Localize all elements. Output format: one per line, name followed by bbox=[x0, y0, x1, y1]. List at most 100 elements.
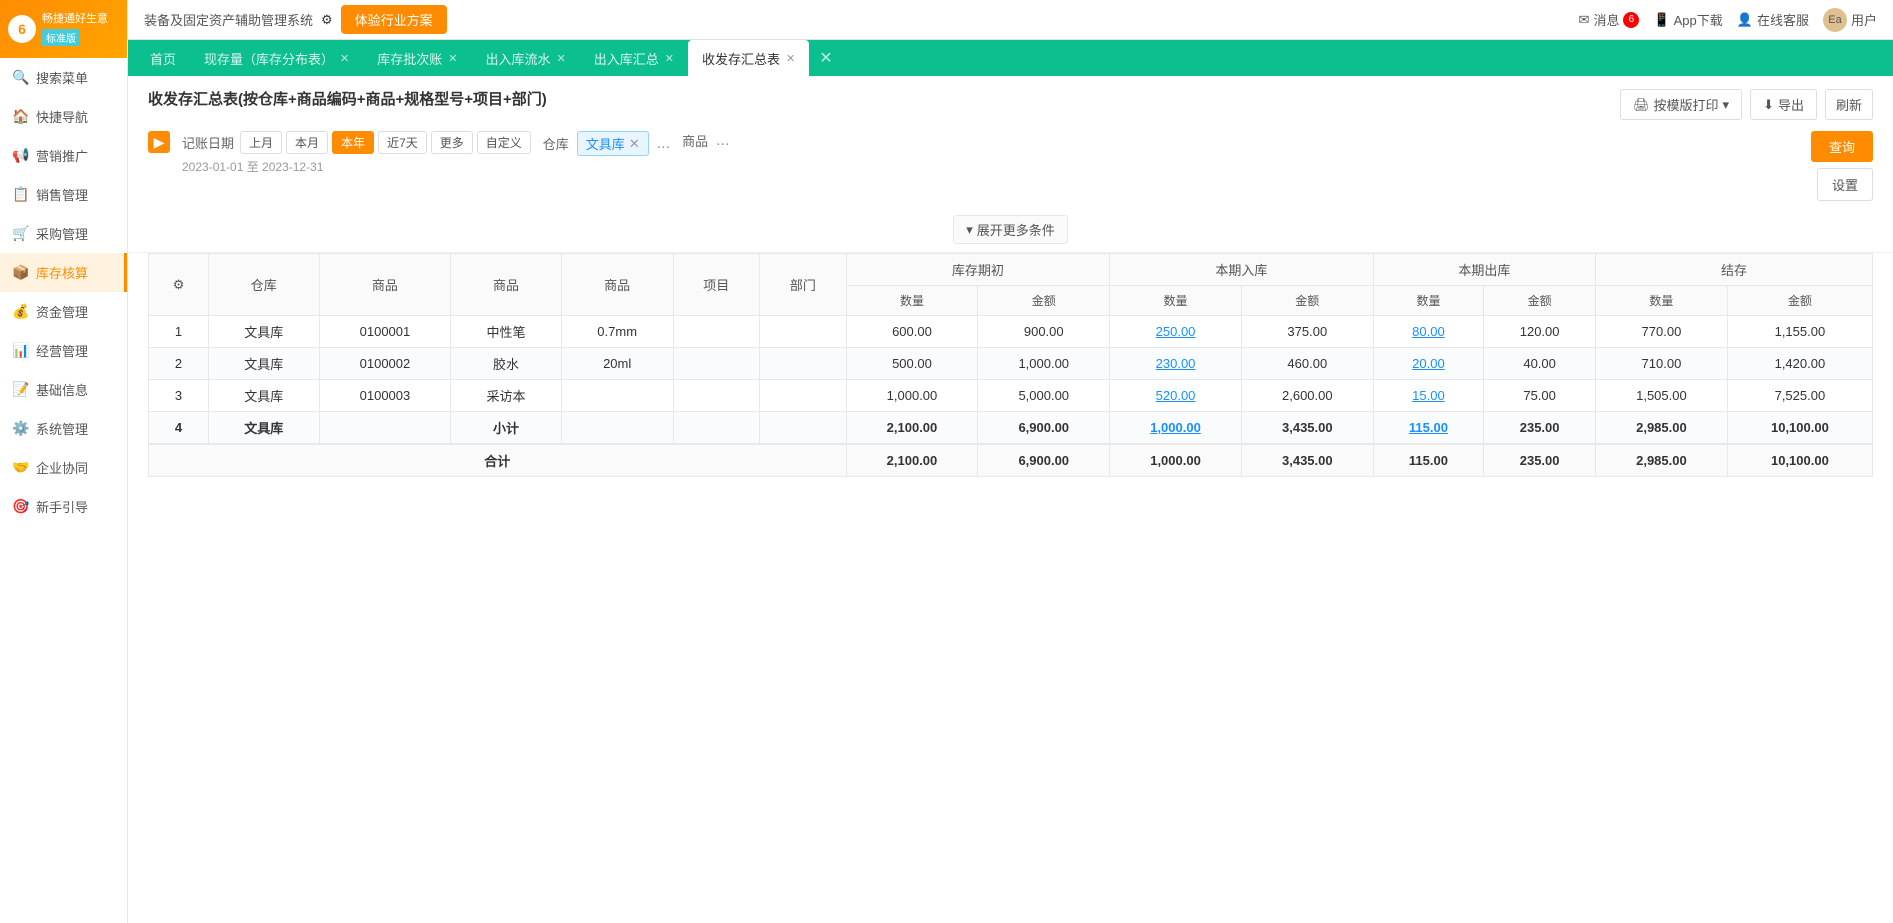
sidebar-item-purchase[interactable]: 🛒 采购管理 bbox=[0, 214, 127, 253]
sidebar-item-sales[interactable]: 📋 销售管理 bbox=[0, 175, 127, 214]
tab-close-icon[interactable]: ✕ bbox=[665, 52, 674, 65]
date-btn-more[interactable]: 更多 bbox=[431, 131, 473, 154]
print-icon: 🖨 bbox=[1633, 97, 1650, 113]
tab-home[interactable]: 首页 bbox=[136, 40, 190, 76]
td-out-num[interactable]: 15.00 bbox=[1373, 380, 1484, 412]
sidebar-item-label: 采购管理 bbox=[36, 224, 88, 243]
query-button[interactable]: 查询 bbox=[1811, 131, 1873, 162]
table-section: ⚙ 仓库 商品 商品 商品 项目 部门 库存期初 本期入库 本期出库 结存 bbox=[128, 253, 1893, 497]
td-dept bbox=[760, 316, 847, 348]
date-btn-this-month[interactable]: 本月 bbox=[286, 131, 328, 154]
td-spec bbox=[561, 380, 673, 412]
warehouse-tag: 文具库 ✕ bbox=[577, 131, 649, 156]
td-in-num[interactable]: 1,000.00 bbox=[1110, 412, 1242, 445]
td-project bbox=[673, 316, 760, 348]
td-out-amt: 75.00 bbox=[1484, 380, 1596, 412]
th-qi-num: 数量 bbox=[846, 286, 978, 316]
main-area: 装备及固定资产辅助管理系统 ⚙ 体验行业方案 ✉ 消息 6 📱 App下载 👤 … bbox=[128, 0, 1893, 923]
sidebar-item-system[interactable]: ⚙️ 系统管理 bbox=[0, 409, 127, 448]
sidebar-item-operation[interactable]: 📊 经营管理 bbox=[0, 331, 127, 370]
td-bal-num: 1,505.00 bbox=[1596, 380, 1728, 412]
td-qi-num: 2,100.00 bbox=[846, 412, 978, 445]
tab-close-icon[interactable]: ✕ bbox=[786, 52, 795, 65]
sidebar-item-basic[interactable]: 📝 基础信息 bbox=[0, 370, 127, 409]
th-in-num: 数量 bbox=[1110, 286, 1242, 316]
sidebar-item-corp[interactable]: 🤝 企业协同 bbox=[0, 448, 127, 487]
td-out-num[interactable]: 20.00 bbox=[1373, 348, 1484, 380]
brand-tag: 标准版 bbox=[42, 29, 80, 46]
export-button[interactable]: ⬇ 导出 bbox=[1750, 89, 1817, 120]
tab-stock-dist[interactable]: 现存量（库存分布表） ✕ bbox=[190, 40, 363, 76]
warehouse-more-dots[interactable]: ... bbox=[657, 135, 670, 153]
td-seq: 3 bbox=[149, 380, 209, 412]
sidebar-item-quick-nav[interactable]: 🏠 快捷导航 bbox=[0, 97, 127, 136]
tab-close-icon[interactable]: ✕ bbox=[448, 52, 457, 65]
th-out-num: 数量 bbox=[1373, 286, 1484, 316]
td-in-num[interactable]: 520.00 bbox=[1110, 380, 1242, 412]
sidebar-item-guide[interactable]: 🎯 新手引导 bbox=[0, 487, 127, 526]
online-service-button[interactable]: 👤 在线客服 bbox=[1737, 10, 1809, 29]
td-bal-amt: 1,420.00 bbox=[1727, 348, 1872, 380]
sidebar-item-label: 经营管理 bbox=[36, 341, 88, 360]
sidebar-item-marketing[interactable]: 📢 营销推广 bbox=[0, 136, 127, 175]
th-group-qichu: 库存期初 bbox=[846, 254, 1110, 286]
td-seq: 2 bbox=[149, 348, 209, 380]
sidebar-item-inventory[interactable]: 📦 库存核算 bbox=[0, 253, 127, 292]
tab-recv-send-summary[interactable]: 收发存汇总表 ✕ bbox=[688, 40, 809, 76]
td-warehouse: 文具库 bbox=[209, 412, 319, 445]
tab-close-icon[interactable]: ✕ bbox=[340, 52, 349, 65]
td-out-amt: 40.00 bbox=[1484, 348, 1596, 380]
td-out-num[interactable]: 80.00 bbox=[1373, 316, 1484, 348]
sidebar-item-label: 搜索菜单 bbox=[36, 68, 88, 87]
footer-qi-amt: 6,900.00 bbox=[978, 444, 1110, 477]
date-btn-last-month[interactable]: 上月 bbox=[240, 131, 282, 154]
td-spec: 0.7mm bbox=[561, 316, 673, 348]
finance-icon: 💰 bbox=[12, 303, 30, 321]
tab-summary-inout[interactable]: 出入库汇总 ✕ bbox=[580, 40, 688, 76]
td-in-num[interactable]: 250.00 bbox=[1110, 316, 1242, 348]
app-label: App下载 bbox=[1674, 10, 1723, 29]
th-project: 项目 bbox=[673, 254, 760, 316]
logo: 6 bbox=[8, 15, 36, 43]
expand-filter-button[interactable]: ▾ 展开更多条件 bbox=[953, 215, 1068, 244]
refresh-button[interactable]: 刷新 bbox=[1825, 89, 1873, 120]
td-in-num[interactable]: 230.00 bbox=[1110, 348, 1242, 380]
user-button[interactable]: Ea 用户 bbox=[1823, 8, 1877, 32]
td-in-amt: 460.00 bbox=[1241, 348, 1373, 380]
tab-flow[interactable]: 出入库流水 ✕ bbox=[471, 40, 579, 76]
settings-button[interactable]: 设置 bbox=[1817, 168, 1873, 201]
td-code: 0100003 bbox=[319, 380, 451, 412]
filter-toggle-button[interactable]: ▶ bbox=[148, 131, 170, 153]
td-bal-amt: 1,155.00 bbox=[1727, 316, 1872, 348]
close-all-tabs-icon[interactable]: ✕ bbox=[813, 48, 838, 68]
try-button[interactable]: 体验行业方案 bbox=[341, 5, 447, 34]
goods-filter-section: 商品 ... bbox=[682, 131, 729, 150]
sidebar-header: 6 畅捷通好生意 标准版 bbox=[0, 0, 127, 58]
warehouse-filter-section: 仓库 文具库 ✕ ... bbox=[543, 131, 670, 156]
message-button[interactable]: ✉ 消息 6 bbox=[1579, 10, 1640, 29]
tab-batch[interactable]: 库存批次账 ✕ bbox=[363, 40, 471, 76]
sidebar-item-finance[interactable]: 💰 资金管理 bbox=[0, 292, 127, 331]
tab-close-icon[interactable]: ✕ bbox=[557, 52, 566, 65]
goods-more-dots[interactable]: ... bbox=[716, 132, 729, 150]
td-warehouse: 文具库 bbox=[209, 348, 319, 380]
message-badge: 6 bbox=[1623, 12, 1639, 28]
date-btn-7days[interactable]: 近7天 bbox=[378, 131, 427, 154]
purchase-icon: 🛒 bbox=[12, 225, 30, 243]
page-title: 收发存汇总表(按仓库+商品编码+商品+规格型号+项目+部门) bbox=[148, 88, 547, 109]
td-in-amt: 3,435.00 bbox=[1241, 412, 1373, 445]
inventory-icon: 📦 bbox=[12, 264, 30, 282]
td-seq: 4 bbox=[149, 412, 209, 445]
sidebar-item-label: 新手引导 bbox=[36, 497, 88, 516]
date-btn-custom[interactable]: 自定义 bbox=[477, 131, 531, 154]
date-range-text: 2023-01-01 至 2023-12-31 bbox=[182, 158, 531, 175]
date-btn-this-year[interactable]: 本年 bbox=[332, 131, 374, 154]
expand-filter-row: ▾ 展开更多条件 bbox=[128, 211, 1893, 252]
gear-icon[interactable]: ⚙ bbox=[321, 12, 333, 28]
warehouse-tag-close[interactable]: ✕ bbox=[629, 136, 640, 152]
sidebar-item-label: 系统管理 bbox=[36, 419, 88, 438]
sidebar-item-search[interactable]: 🔍 搜索菜单 bbox=[0, 58, 127, 97]
app-download-button[interactable]: 📱 App下载 bbox=[1653, 10, 1722, 29]
td-out-num[interactable]: 115.00 bbox=[1373, 412, 1484, 445]
print-button[interactable]: 🖨 按模版打印 ▾ bbox=[1620, 89, 1742, 120]
